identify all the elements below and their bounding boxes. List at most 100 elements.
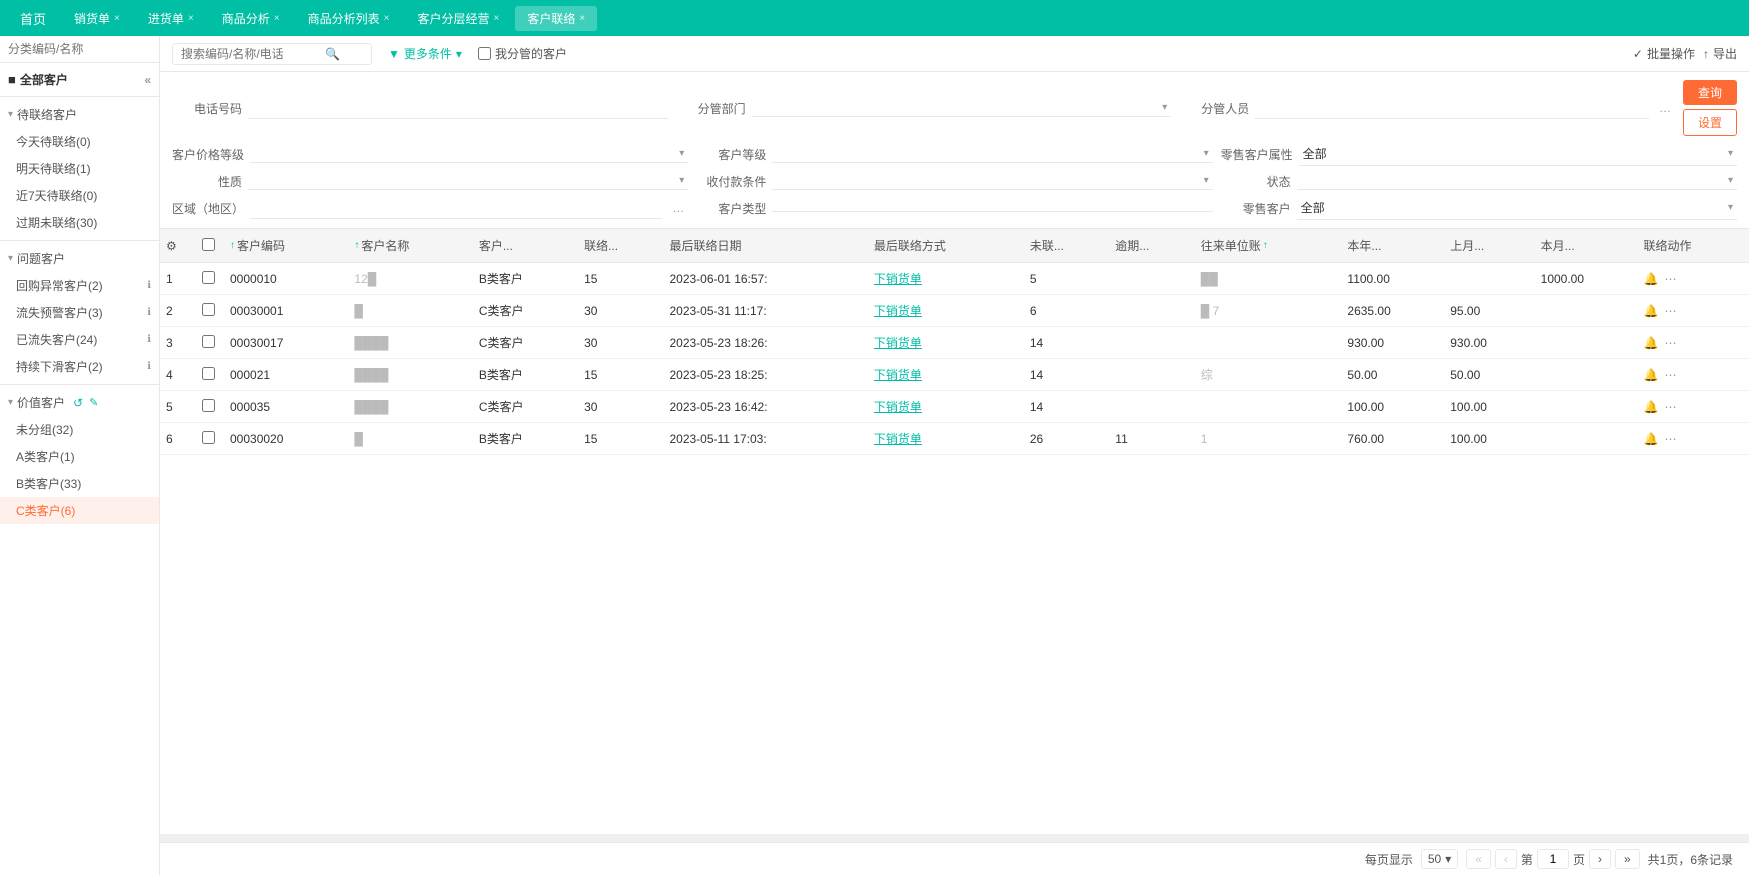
phone-input[interactable] bbox=[248, 98, 668, 119]
contact-icon[interactable]: 🔔 bbox=[1643, 400, 1658, 414]
row-action[interactable]: 🔔 ⋯ bbox=[1637, 391, 1749, 423]
sidebar-item-churned[interactable]: 已流失客户(24) ℹ bbox=[0, 326, 159, 353]
th-code[interactable]: ↑ 客户编码 bbox=[224, 229, 348, 263]
more-action-icon[interactable]: ⋯ bbox=[1664, 272, 1676, 286]
sidebar-item-class-a[interactable]: A类客户(1) bbox=[0, 443, 159, 470]
export-button[interactable]: ↑ 导出 bbox=[1703, 45, 1737, 62]
sort-code-icon[interactable]: ↑ bbox=[230, 240, 235, 251]
more-action-icon[interactable]: ⋯ bbox=[1664, 400, 1676, 414]
row-checkbox[interactable] bbox=[196, 295, 224, 327]
row-last-contact-method[interactable]: 下销货单 bbox=[868, 263, 1024, 295]
close-purchase-order-icon[interactable]: × bbox=[188, 13, 194, 24]
row-checkbox[interactable] bbox=[196, 359, 224, 391]
payment-select[interactable]: ▾ bbox=[772, 172, 1212, 190]
sidebar-item-today[interactable]: 今天待联络(0) bbox=[0, 128, 159, 155]
page-number-input[interactable] bbox=[1537, 849, 1569, 869]
row-select-checkbox[interactable] bbox=[202, 271, 215, 284]
row-last-contact-method[interactable]: 下销货单 bbox=[868, 295, 1024, 327]
row-last-contact-method[interactable]: 下销货单 bbox=[868, 359, 1024, 391]
my-customers-checkbox[interactable]: 我分管的客户 bbox=[478, 45, 567, 62]
sidebar-item-class-b[interactable]: B类客户(33) bbox=[0, 470, 159, 497]
set-button[interactable]: 设置 bbox=[1683, 109, 1737, 136]
th-name[interactable]: ↑ 客户名称 bbox=[348, 229, 472, 263]
sidebar-item-churn-warning[interactable]: 流失预警客户(3) ℹ bbox=[0, 299, 159, 326]
retail-customer-select[interactable]: 全部 ▾ bbox=[1297, 196, 1737, 220]
prev-page-button[interactable]: ‹ bbox=[1495, 849, 1517, 869]
group-pending-contact[interactable]: ▾ 待联络客户 bbox=[0, 101, 159, 128]
group-problem-customers[interactable]: ▾ 问题客户 bbox=[0, 245, 159, 272]
row-last-contact-method[interactable]: 下销货单 bbox=[868, 423, 1024, 455]
contact-icon[interactable]: 🔔 bbox=[1643, 368, 1658, 382]
sort-unit-icon[interactable]: ↑ bbox=[1263, 240, 1268, 251]
row-action[interactable]: 🔔 ⋯ bbox=[1637, 359, 1749, 391]
more-action-icon[interactable]: ⋯ bbox=[1664, 336, 1676, 350]
retail-attr-select[interactable]: 全部 ▾ bbox=[1299, 142, 1737, 166]
close-sales-order-icon[interactable]: × bbox=[114, 13, 120, 24]
row-select-checkbox[interactable] bbox=[202, 399, 215, 412]
sidebar-item-overdue[interactable]: 过期未联络(30) bbox=[0, 209, 159, 236]
sidebar-item-7days[interactable]: 近7天待联络(0) bbox=[0, 182, 159, 209]
nav-purchase-order[interactable]: 进货单 × bbox=[136, 6, 206, 31]
contact-icon[interactable]: 🔔 bbox=[1643, 304, 1658, 318]
search-input[interactable] bbox=[181, 47, 321, 61]
horizontal-scrollbar[interactable] bbox=[160, 834, 1749, 842]
more-action-icon[interactable]: ⋯ bbox=[1664, 368, 1676, 382]
status-select[interactable]: ▾ bbox=[1297, 172, 1737, 190]
th-unit-account[interactable]: 往来单位账 ↑ bbox=[1195, 229, 1342, 263]
nav-home[interactable]: 首页 bbox=[8, 5, 58, 32]
more-action-icon[interactable]: ⋯ bbox=[1664, 432, 1676, 446]
row-checkbox[interactable] bbox=[196, 263, 224, 295]
sidebar-search-input[interactable] bbox=[8, 42, 160, 56]
th-checkbox[interactable] bbox=[196, 229, 224, 263]
row-checkbox[interactable] bbox=[196, 391, 224, 423]
manager-input[interactable] bbox=[1255, 98, 1649, 119]
nature-select[interactable]: ▾ bbox=[248, 172, 688, 190]
customer-level-select[interactable]: ▾ bbox=[772, 145, 1212, 163]
row-select-checkbox[interactable] bbox=[202, 335, 215, 348]
close-product-list-icon[interactable]: × bbox=[384, 13, 390, 24]
manager-dots-icon[interactable]: … bbox=[1655, 101, 1675, 115]
contact-icon[interactable]: 🔔 bbox=[1643, 432, 1658, 446]
next-page-button[interactable]: › bbox=[1589, 849, 1611, 869]
nav-product-analysis[interactable]: 商品分析 × bbox=[210, 6, 292, 31]
sidebar-item-ungrouped[interactable]: 未分组(32) bbox=[0, 416, 159, 443]
sort-name-icon[interactable]: ↑ bbox=[354, 240, 359, 251]
row-checkbox[interactable] bbox=[196, 327, 224, 359]
settings-icon[interactable]: ⚙ bbox=[166, 239, 177, 253]
contact-icon[interactable]: 🔔 bbox=[1643, 336, 1658, 350]
sidebar-item-tomorrow[interactable]: 明天待联络(1) bbox=[0, 155, 159, 182]
nav-product-analysis-list[interactable]: 商品分析列表 × bbox=[296, 6, 402, 31]
edit-value-icon[interactable]: ✎ bbox=[89, 396, 98, 409]
nav-customer-segment[interactable]: 客户分层经营 × bbox=[405, 6, 511, 31]
row-select-checkbox[interactable] bbox=[202, 303, 215, 316]
group-value-customers[interactable]: ▾ 价值客户 ↺ ✎ bbox=[0, 389, 159, 416]
search-icon[interactable]: 🔍 bbox=[325, 47, 340, 61]
query-button[interactable]: 查询 bbox=[1683, 80, 1737, 105]
select-all-checkbox[interactable] bbox=[202, 238, 215, 251]
sidebar-item-abnormal-purchase[interactable]: 回购异常客户(2) ℹ bbox=[0, 272, 159, 299]
dept-select[interactable]: ▾ bbox=[752, 99, 1172, 117]
contact-icon[interactable]: 🔔 bbox=[1643, 272, 1658, 286]
area-input[interactable] bbox=[250, 198, 662, 219]
customer-type-select[interactable] bbox=[772, 205, 1212, 212]
row-action[interactable]: 🔔 ⋯ bbox=[1637, 327, 1749, 359]
row-last-contact-method[interactable]: 下销货单 bbox=[868, 391, 1024, 423]
more-filter-button[interactable]: ▼ 更多条件 ▾ bbox=[380, 42, 470, 65]
row-action[interactable]: 🔔 ⋯ bbox=[1637, 295, 1749, 327]
row-select-checkbox[interactable] bbox=[202, 367, 215, 380]
nav-customer-contact[interactable]: 客户联络 × bbox=[515, 6, 597, 31]
my-customers-check[interactable] bbox=[478, 47, 491, 60]
row-action[interactable]: 🔔 ⋯ bbox=[1637, 423, 1749, 455]
refresh-value-icon[interactable]: ↺ bbox=[73, 396, 83, 410]
close-product-analysis-icon[interactable]: × bbox=[274, 13, 280, 24]
page-size-select[interactable]: 50 ▾ bbox=[1421, 849, 1458, 869]
nav-sales-order[interactable]: 销货单 × bbox=[62, 6, 132, 31]
last-page-button[interactable]: » bbox=[1615, 849, 1640, 869]
price-level-select[interactable]: ▾ bbox=[250, 145, 688, 163]
row-checkbox[interactable] bbox=[196, 423, 224, 455]
row-action[interactable]: 🔔 ⋯ bbox=[1637, 263, 1749, 295]
area-dots-icon[interactable]: … bbox=[668, 201, 688, 215]
close-customer-contact-icon[interactable]: × bbox=[579, 13, 585, 24]
more-action-icon[interactable]: ⋯ bbox=[1664, 304, 1676, 318]
sidebar-item-class-c[interactable]: C类客户(6) bbox=[0, 497, 159, 524]
